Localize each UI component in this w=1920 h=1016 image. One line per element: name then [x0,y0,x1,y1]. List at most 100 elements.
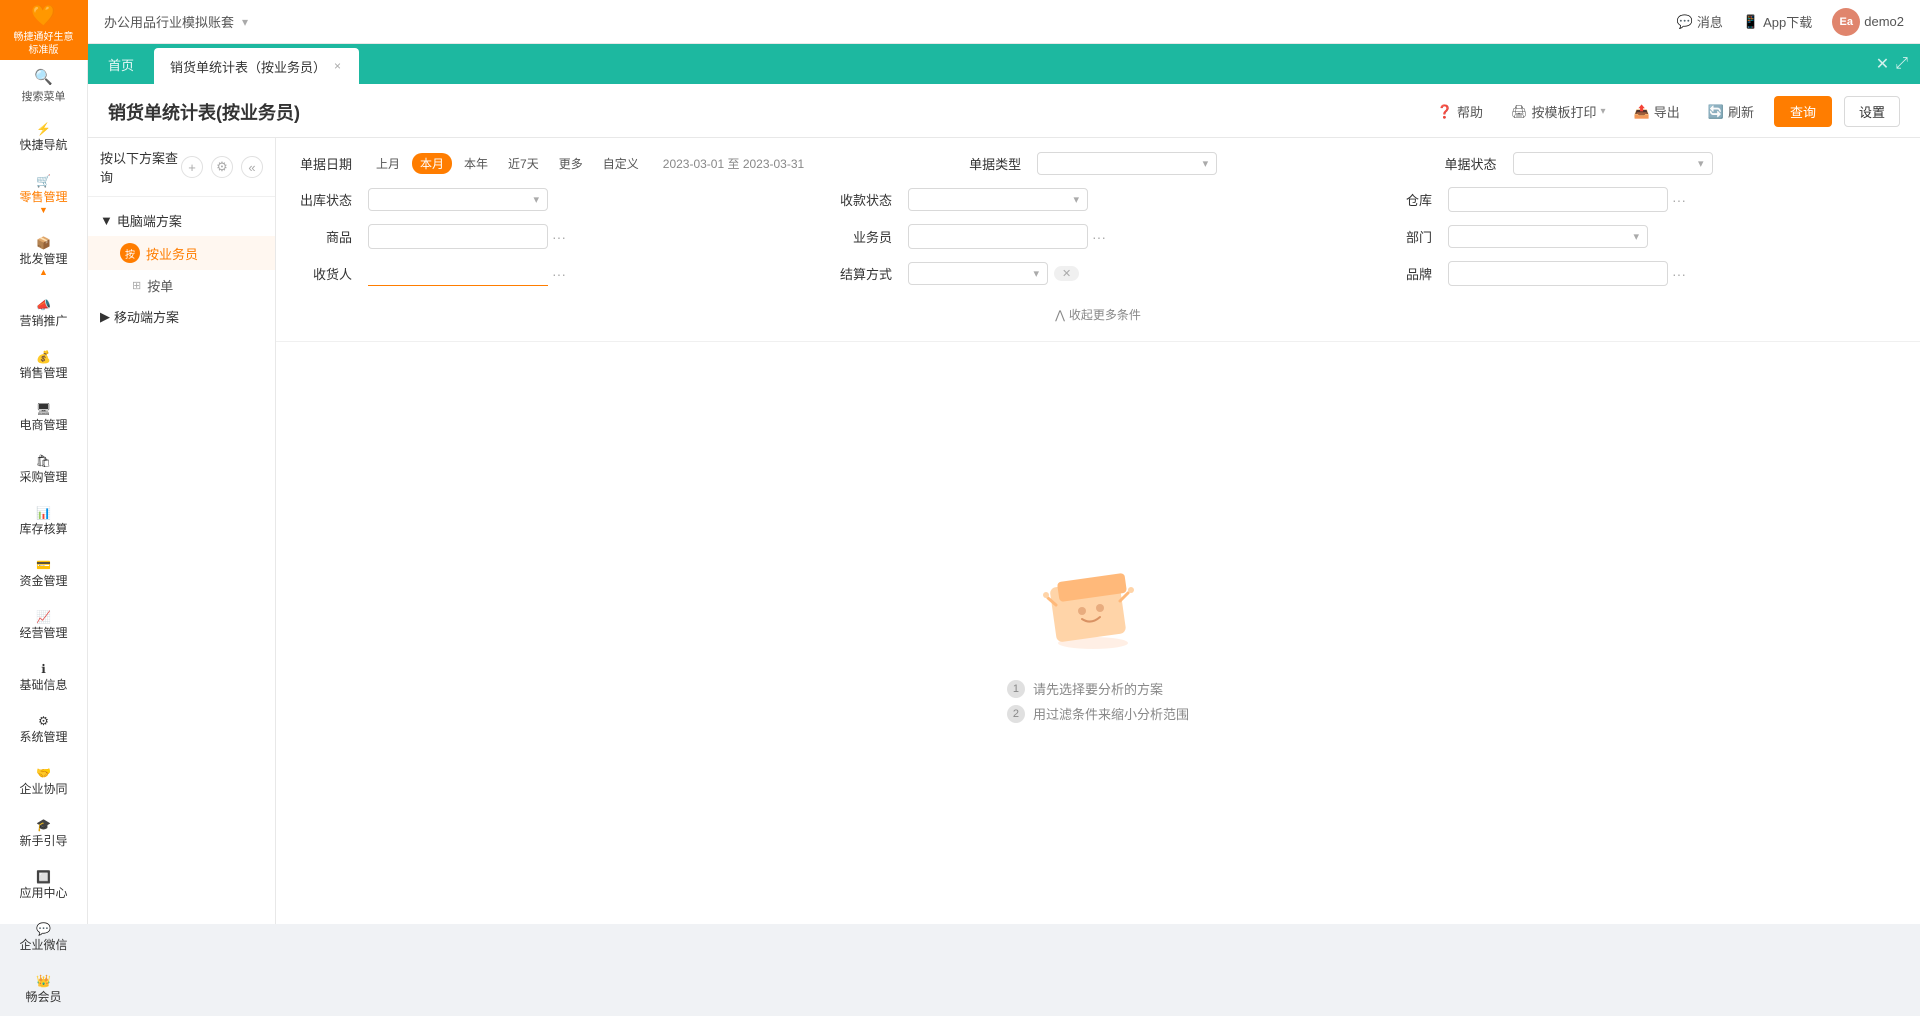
sidebar-item-finance[interactable]: 💳 资金管理 [0,548,87,600]
warehouse-control: ··· [1448,187,1900,212]
export-label: 导出 [1654,102,1680,121]
sidebar-item-wechat[interactable]: 💬 企业微信 [0,912,87,964]
sidebar-item-system[interactable]: ⚙ 系统管理 [0,704,87,756]
settlement-select[interactable]: ▾ [908,262,1048,285]
date-tab-this-month[interactable]: 本月 [412,153,452,174]
scheme-sub-item-label: 按单 [147,276,173,295]
sidebar-item-wholesale[interactable]: 📦 批发管理 ▲ [0,226,87,288]
user-profile[interactable]: Ea demo2 [1832,8,1904,36]
maximize-icon[interactable]: ⤢ [1895,55,1908,73]
main-area: 办公用品行业模拟账套 ▾ 💬 消息 📱 App下载 Ea demo2 首页 [88,0,1920,924]
refresh-button[interactable]: 🔄 刷新 [1700,98,1762,125]
app-logo[interactable]: 🧡 畅捷通好生意 标准版 [0,0,88,60]
scheme-group-header-mobile[interactable]: ▶ 移动端方案 [88,301,275,332]
out-status-label: 出库状态 [296,190,352,209]
left-panel-title: 按以下方案查询 [100,148,181,186]
print-button[interactable]: 🖨 按模板打印 ▾ [1503,98,1614,125]
message-button[interactable]: 💬 消息 [1677,12,1723,31]
doc-type-select[interactable]: ▾ [1037,152,1217,175]
sidebar-item-quick-nav[interactable]: ⚡ 快捷导航 [0,112,87,164]
salesman-dots-button[interactable]: ··· [1092,229,1106,245]
help-button[interactable]: ❓ 帮助 [1429,98,1491,125]
export-icon: 📤 [1634,104,1650,120]
app-name-label[interactable]: 办公用品行业模拟账套 [104,12,234,31]
date-tab-custom[interactable]: 自定义 [595,153,647,174]
scheme-item-by-order[interactable]: ⊞ 按单 [88,270,275,301]
tabbar: 首页 销货单统计表（按业务员） × ✕ ⤢ [88,44,1920,84]
goods-dots-button[interactable]: ··· [552,229,566,245]
sidebar-item-basic[interactable]: ℹ 基础信息 [0,652,87,704]
sidebar-item-label: 快捷导航 [19,136,67,153]
tag-close-icon[interactable]: ✕ [1062,267,1071,280]
refresh-label: 刷新 [1728,102,1754,121]
filter-row-2: 出库状态 ▾ 收款状态 ▾ [296,187,1900,212]
hint-text-2: 用过滤条件来缩小分析范围 [1033,704,1189,723]
tab-close-button[interactable]: × [332,58,343,74]
date-tab-this-year[interactable]: 本年 [456,153,496,174]
date-tab-last-month[interactable]: 上月 [368,153,408,174]
recipient-input[interactable] [368,262,548,286]
sidebar-item-ecommerce[interactable]: 🖥 电商管理 [0,392,87,444]
warehouse-dots-button[interactable]: ··· [1672,192,1686,208]
brand-input[interactable] [1448,261,1668,286]
collapse-panel-button[interactable]: « [241,156,263,178]
tab-sales-stats[interactable]: 销货单统计表（按业务员） × [154,48,359,84]
settings-button[interactable]: 设置 [1844,96,1900,127]
recipient-dots-button[interactable]: ··· [552,266,566,282]
query-button[interactable]: 查询 [1774,96,1832,127]
date-tabs: 上月 本月 本年 近7天 更多 自定义 [368,153,647,174]
sidebar-item-newbie[interactable]: 🎓 新手引导 [0,808,87,860]
sidebar-item-sales[interactable]: 💰 销售管理 [0,340,87,392]
collect-status-select[interactable]: ▾ [908,188,1088,211]
system-icon: ⚙ [38,714,49,728]
print-icon: 🖨 [1511,104,1528,120]
sidebar-item-search[interactable]: 🔍 搜索菜单 [0,60,87,112]
settlement-label: 结算方式 [836,264,892,283]
sidebar-item-enterprise[interactable]: 🤝 企业协同 [0,756,87,808]
scheme-item-by-salesman[interactable]: 按 按业务员 [88,236,275,270]
doc-type-control[interactable]: ▾ [1037,152,1424,175]
add-scheme-button[interactable]: + [181,156,203,178]
date-tab-7days[interactable]: 近7天 [500,153,547,174]
membership-icon: 👑 [36,974,51,988]
export-button[interactable]: 📤 导出 [1626,98,1688,125]
sidebar-item-operations[interactable]: 📈 经营管理 [0,600,87,652]
sidebar-item-apps[interactable]: 🔲 应用中心 [0,860,87,912]
salesman-input[interactable] [908,224,1088,249]
logo-icon: 🧡 [31,3,56,29]
refresh-icon: 🔄 [1708,104,1724,120]
warehouse-input[interactable] [1448,187,1668,212]
brand-dots-button[interactable]: ··· [1672,266,1686,282]
sidebar-item-label: 基础信息 [19,676,67,693]
salesman-control: ··· [908,224,1360,249]
collapse-chevron-icon: ⋀ [1055,308,1065,322]
enterprise-icon: 🤝 [36,766,51,780]
operations-icon: 📈 [36,610,51,624]
sidebar-item-label: 资金管理 [19,572,67,589]
date-tab-more[interactable]: 更多 [551,153,591,174]
sidebar-item-retail[interactable]: 🛒 零售管理 ▼ [0,164,87,226]
settlement-clear-tag[interactable]: ✕ [1054,266,1079,281]
scheme-group-header-desktop[interactable]: ▼ 电脑端方案 [88,205,275,236]
app-download-button[interactable]: 📱 App下载 [1743,12,1812,31]
close-window-icon[interactable]: ✕ [1876,54,1889,74]
newbie-icon: 🎓 [36,818,51,832]
dropdown-arrow-icon[interactable]: ▾ [242,15,248,29]
sidebar-search-label: 搜索菜单 [22,88,66,104]
purchase-icon: 🛍 [36,454,51,468]
tab-home[interactable]: 首页 [88,44,154,84]
doc-status-select[interactable]: ▾ [1513,152,1713,175]
goods-input[interactable] [368,224,548,249]
sidebar-item-label: 经营管理 [19,624,67,641]
collapse-filter-button[interactable]: ⋀ 收起更多条件 [296,298,1900,327]
sidebar-item-membership[interactable]: 👑 畅会员 [0,964,87,1016]
settings-scheme-button[interactable]: ⚙ [211,156,233,178]
out-status-select[interactable]: ▾ [368,188,548,211]
sidebar-item-marketing[interactable]: 📣 营销推广 [0,288,87,340]
body-area: 按以下方案查询 + ⚙ « [88,138,1920,924]
dept-select[interactable]: ▾ [1448,225,1648,248]
left-panel: 按以下方案查询 + ⚙ « [88,138,276,924]
sidebar-item-inventory[interactable]: 📊 库存核算 [0,496,87,548]
sidebar-item-purchase[interactable]: 🛍 采购管理 [0,444,87,496]
dept-label: 部门 [1376,227,1432,246]
